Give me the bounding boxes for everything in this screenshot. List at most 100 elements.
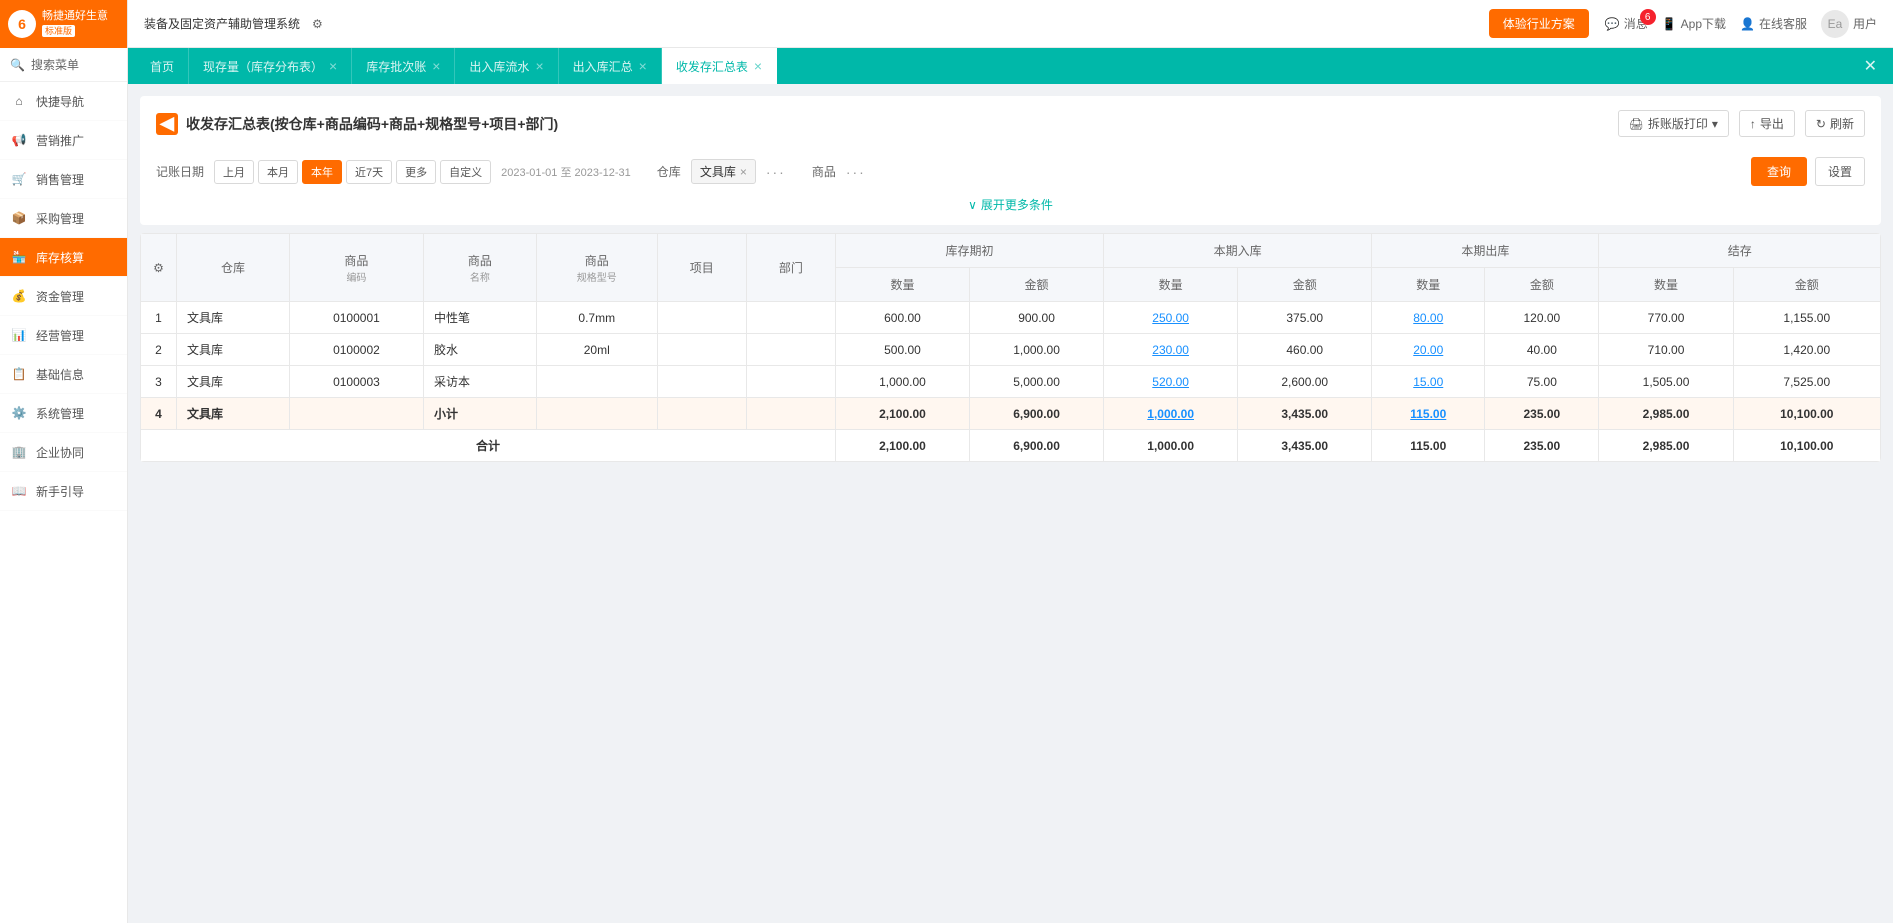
th-settings: ⚙ bbox=[141, 234, 177, 302]
header-icon-group: 💬 消息 6 📱 App下载 👤 在线客服 Ea 用户 bbox=[1605, 10, 1877, 38]
sidebar-item-operations[interactable]: 📊 经营管理 bbox=[0, 316, 127, 355]
date-buttons: 上月 本月 本年 近7天 更多 自定义 bbox=[214, 160, 491, 184]
sidebar-item-sales[interactable]: 🛒 销售管理 bbox=[0, 160, 127, 199]
th-out-qty: 数量 bbox=[1372, 268, 1485, 302]
th-product-code: 商品编码 bbox=[289, 234, 423, 302]
refresh-button[interactable]: ↻ 刷新 bbox=[1805, 110, 1865, 137]
export-icon: ↑ bbox=[1750, 117, 1756, 131]
th-warehouse: 仓库 bbox=[177, 234, 290, 302]
message-icon: 💬 bbox=[1605, 17, 1620, 31]
tab-close-stock-flow[interactable]: × bbox=[535, 58, 543, 74]
th-closing: 结存 bbox=[1599, 234, 1881, 268]
logo-icon: 6 bbox=[8, 10, 36, 38]
th-in-amt: 金额 bbox=[1238, 268, 1372, 302]
warehouse-tag-close[interactable]: × bbox=[740, 165, 747, 179]
marketing-icon: 📢 bbox=[10, 131, 28, 149]
prev-month-btn[interactable]: 上月 bbox=[214, 160, 254, 184]
th-dept: 部门 bbox=[746, 234, 835, 302]
app-download-item[interactable]: 📱 App下载 bbox=[1662, 15, 1726, 32]
th-close-qty: 数量 bbox=[1599, 268, 1733, 302]
more-date-btn[interactable]: 更多 bbox=[396, 160, 436, 184]
service-icon: 👤 bbox=[1740, 17, 1755, 31]
table-row: 1文具库0100001中性笔0.7mm600.00900.00250.00375… bbox=[141, 302, 1881, 334]
app-icon: 📱 bbox=[1662, 17, 1677, 31]
tab-close-batch-ledger[interactable]: × bbox=[432, 58, 440, 74]
footer-in-amt: 3,435.00 bbox=[1238, 430, 1372, 462]
message-item[interactable]: 💬 消息 6 bbox=[1605, 15, 1648, 32]
th-stock-out: 本期出库 bbox=[1372, 234, 1599, 268]
tab-batch-ledger[interactable]: 库存批次账 × bbox=[352, 48, 455, 84]
sidebar-item-marketing[interactable]: 📢 营销推广 bbox=[0, 121, 127, 160]
system-name: 装备及固定资产辅助管理系统 bbox=[144, 15, 300, 32]
sidebar-item-inventory[interactable]: 🏪 库存核算 bbox=[0, 238, 127, 277]
filter-settings-button[interactable]: 设置 bbox=[1815, 157, 1865, 186]
sidebar-logo: 6 畅捷通好生意 标准版 bbox=[0, 0, 127, 48]
logo-text: 畅捷通好生意 标准版 bbox=[42, 9, 108, 40]
avatar: Ea bbox=[1821, 10, 1849, 38]
tab-home[interactable]: 首页 bbox=[136, 48, 189, 84]
tab-receive-summary[interactable]: 收发存汇总表 × bbox=[662, 48, 777, 84]
settings-gear-icon[interactable]: ⚙ bbox=[312, 17, 323, 31]
7days-btn[interactable]: 近7天 bbox=[346, 160, 392, 184]
home-icon: ⌂ bbox=[10, 92, 28, 110]
query-button[interactable]: 查询 bbox=[1751, 157, 1807, 186]
warehouse-more-button[interactable]: ··· bbox=[766, 164, 786, 180]
table-row: 2文具库0100002胶水20ml500.001,000.00230.00460… bbox=[141, 334, 1881, 366]
sidebar-item-purchase[interactable]: 📦 采购管理 bbox=[0, 199, 127, 238]
custom-date-btn[interactable]: 自定义 bbox=[440, 160, 491, 184]
goods-more-button[interactable]: ··· bbox=[846, 164, 866, 180]
system-icon: ⚙️ bbox=[10, 404, 28, 422]
footer-open-amt: 6,900.00 bbox=[970, 430, 1104, 462]
table-row: 4文具库小计2,100.006,900.001,000.003,435.0011… bbox=[141, 398, 1881, 430]
sidebar-item-finance[interactable]: 💰 资金管理 bbox=[0, 277, 127, 316]
tab-stock-dist[interactable]: 现存量（库存分布表） × bbox=[189, 48, 352, 84]
warehouse-tag: 文具库 × bbox=[691, 159, 756, 184]
warehouse-label: 仓库 bbox=[657, 163, 681, 180]
collapse-button[interactable]: ◀ bbox=[156, 113, 178, 135]
online-service-item[interactable]: 👤 在线客服 bbox=[1740, 15, 1807, 32]
data-table: ⚙ 仓库 商品编码 商品名称 商品规格型号 项目 部门 库存期初 本期入库 本期… bbox=[140, 233, 1881, 462]
th-opening-stock: 库存期初 bbox=[835, 234, 1103, 268]
top-header: 装备及固定资产辅助管理系统 ⚙ 体验行业方案 💬 消息 6 📱 App下载 👤 … bbox=[128, 0, 1893, 48]
tab-stock-summary[interactable]: 出入库汇总 × bbox=[559, 48, 662, 84]
print-button[interactable]: 🖨 拆账版打印 ▾ bbox=[1618, 110, 1729, 137]
footer-close-qty: 2,985.00 bbox=[1599, 430, 1733, 462]
cur-month-btn[interactable]: 本月 bbox=[258, 160, 298, 184]
table-row: 3文具库0100003采访本1,000.005,000.00520.002,60… bbox=[141, 366, 1881, 398]
sidebar-item-guide[interactable]: 📖 新手引导 bbox=[0, 472, 127, 511]
operations-icon: 📊 bbox=[10, 326, 28, 344]
user-item[interactable]: Ea 用户 bbox=[1821, 10, 1877, 38]
refresh-icon: ↻ bbox=[1816, 117, 1826, 131]
date-label: 记账日期 bbox=[156, 163, 204, 180]
tab-bar-close-button[interactable]: ✕ bbox=[1856, 56, 1885, 76]
goods-label: 商品 bbox=[812, 163, 836, 180]
guide-icon: 📖 bbox=[10, 482, 28, 500]
tab-close-receive-summary[interactable]: × bbox=[754, 58, 762, 74]
date-range-text: 2023-01-01 至 2023-12-31 bbox=[501, 164, 631, 180]
header-left: 装备及固定资产辅助管理系统 ⚙ bbox=[144, 15, 323, 32]
expand-conditions-button[interactable]: ∨ 展开更多条件 bbox=[968, 196, 1053, 213]
tab-bar: 首页 现存量（库存分布表） × 库存批次账 × 出入库流水 × 出入库汇总 × … bbox=[128, 48, 1893, 84]
sidebar-item-basic[interactable]: 📋 基础信息 bbox=[0, 355, 127, 394]
search-menu[interactable]: 🔍 搜索菜单 bbox=[0, 48, 127, 82]
tab-close-stock-summary[interactable]: × bbox=[639, 58, 647, 74]
sidebar-item-enterprise[interactable]: 🏢 企业协同 bbox=[0, 433, 127, 472]
header-actions: 体验行业方案 💬 消息 6 📱 App下载 👤 在线客服 Ea 用户 bbox=[1489, 9, 1877, 38]
footer-out-amt: 235.00 bbox=[1485, 430, 1599, 462]
try-industry-button[interactable]: 体验行业方案 bbox=[1489, 9, 1589, 38]
tab-close-stock-dist[interactable]: × bbox=[329, 58, 337, 74]
footer-out-qty: 115.00 bbox=[1372, 430, 1485, 462]
chevron-down-icon: ▾ bbox=[1712, 117, 1718, 131]
footer-in-qty: 1,000.00 bbox=[1104, 430, 1238, 462]
report-title: 收发存汇总表(按仓库+商品编码+商品+规格型号+项目+部门) bbox=[186, 114, 558, 134]
sidebar-item-quick-nav[interactable]: ⌂ 快捷导航 bbox=[0, 82, 127, 121]
th-out-amt: 金额 bbox=[1485, 268, 1599, 302]
tab-stock-flow[interactable]: 出入库流水 × bbox=[455, 48, 558, 84]
sales-icon: 🛒 bbox=[10, 170, 28, 188]
sidebar-item-system[interactable]: ⚙️ 系统管理 bbox=[0, 394, 127, 433]
main-area: 装备及固定资产辅助管理系统 ⚙ 体验行业方案 💬 消息 6 📱 App下载 👤 … bbox=[128, 0, 1893, 923]
cur-year-btn[interactable]: 本年 bbox=[302, 160, 342, 184]
th-product-spec: 商品规格型号 bbox=[536, 234, 657, 302]
export-button[interactable]: ↑ 导出 bbox=[1739, 110, 1795, 137]
th-close-amt: 金额 bbox=[1733, 268, 1880, 302]
